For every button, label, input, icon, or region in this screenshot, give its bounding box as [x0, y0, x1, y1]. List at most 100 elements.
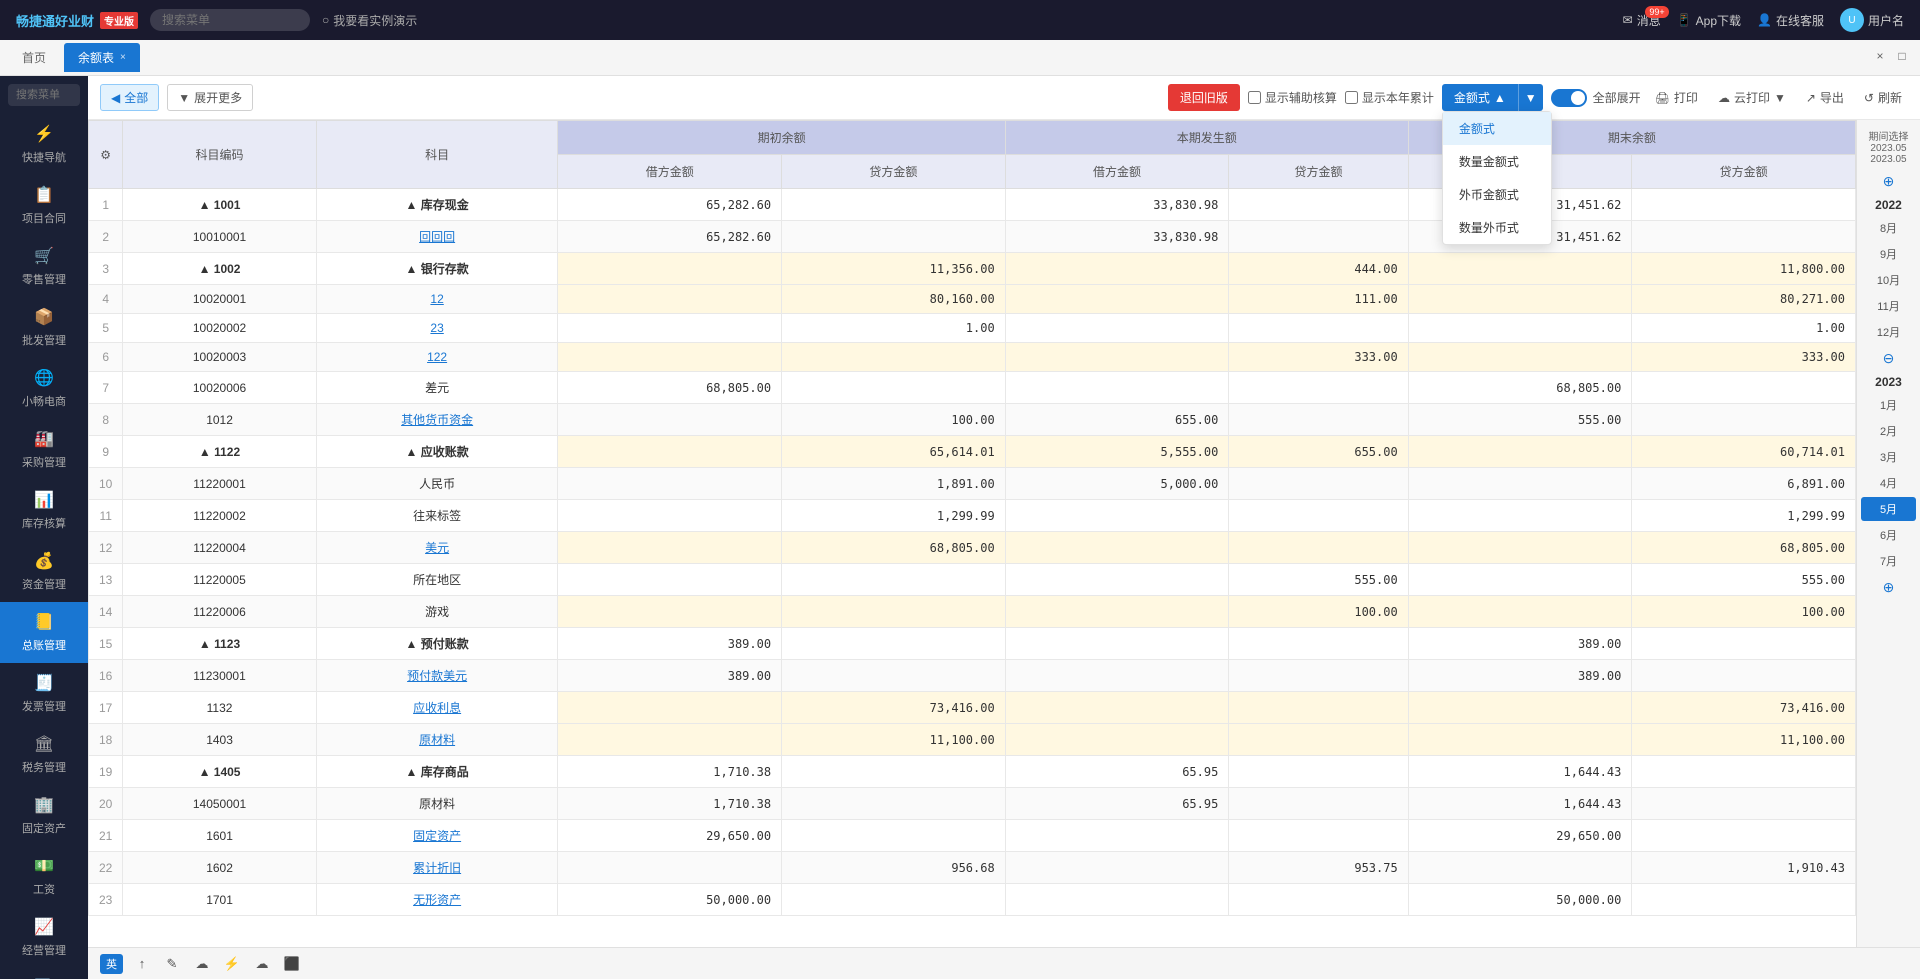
name-cell[interactable]: 122: [316, 343, 558, 372]
month-6[interactable]: 6月: [1861, 523, 1916, 547]
closing-debit-cell: 50,000.00: [1408, 884, 1632, 916]
refresh-button[interactable]: ↺ 刷新: [1858, 85, 1908, 110]
sidebar-item-assets[interactable]: 🏢 固定资产: [0, 785, 88, 846]
language-button[interactable]: 英: [100, 954, 123, 974]
month-3[interactable]: 3月: [1861, 445, 1916, 469]
sidebar-item-inventory[interactable]: 📊 库存核算: [0, 480, 88, 541]
month-9[interactable]: 9月: [1861, 242, 1916, 266]
account-link[interactable]: 美元: [425, 541, 449, 555]
account-link[interactable]: 12: [430, 292, 443, 306]
name-cell[interactable]: 原材料: [316, 724, 558, 756]
all-accounts-button[interactable]: ◀ 全部: [100, 84, 159, 111]
current-debit-cell: [1005, 820, 1229, 852]
table-container: ⚙ 科目编码 科目 期初余额 本期发生额 期末余额 借方金额 贷方金额 借方金额: [88, 120, 1856, 947]
name-cell[interactable]: 23: [316, 314, 558, 343]
print-button[interactable]: 🖨 打印: [1649, 85, 1704, 110]
sidebar-item-wholesale[interactable]: 📦 批发管理: [0, 297, 88, 358]
dropdown-item-amount[interactable]: 金额式: [1443, 112, 1551, 145]
user-avatar[interactable]: U 用户名: [1840, 8, 1904, 32]
name-cell[interactable]: 无形资产: [316, 884, 558, 916]
code-cell: 1012: [123, 404, 316, 436]
account-link[interactable]: 回回回: [419, 230, 455, 244]
account-link[interactable]: 其他货币资金: [401, 413, 473, 427]
sidebar-item-purchase[interactable]: 🏭 采购管理: [0, 419, 88, 480]
win-max-button[interactable]: □: [1892, 46, 1912, 66]
month-11[interactable]: 11月: [1861, 294, 1916, 318]
account-link[interactable]: 预付款美元: [407, 669, 467, 683]
sidebar-item-retail[interactable]: 🛒 零售管理: [0, 236, 88, 297]
cloud-print-button[interactable]: ☁ 云打印 ▼: [1712, 85, 1792, 110]
name-cell[interactable]: 其他货币资金: [316, 404, 558, 436]
collapse-2023-button[interactable]: ⊖: [1883, 350, 1895, 367]
settings-header[interactable]: ⚙: [89, 121, 123, 189]
account-link[interactable]: 固定资产: [413, 829, 461, 843]
account-link[interactable]: 累计折旧: [413, 861, 461, 875]
month-2[interactable]: 2月: [1861, 419, 1916, 443]
month-10[interactable]: 10月: [1861, 268, 1916, 292]
month-7[interactable]: 7月: [1861, 549, 1916, 573]
row-number: 8: [89, 404, 123, 436]
dropdown-item-qty-amount[interactable]: 数量金额式: [1443, 145, 1551, 178]
account-link[interactable]: 应收利息: [413, 701, 461, 715]
month-1[interactable]: 1月: [1861, 393, 1916, 417]
sidebar-search-input[interactable]: [8, 84, 80, 106]
name-cell[interactable]: 固定资产: [316, 820, 558, 852]
bottom-icon-4[interactable]: ⚡: [221, 953, 243, 975]
demo-link[interactable]: ○ 我要看实例演示: [322, 12, 417, 29]
name-cell[interactable]: 预付款美元: [316, 660, 558, 692]
account-link[interactable]: 23: [430, 321, 443, 335]
global-search-input[interactable]: [150, 9, 310, 31]
return-old-button[interactable]: 退回旧版: [1168, 84, 1240, 111]
tab-close-button[interactable]: ×: [120, 52, 126, 63]
bottom-icon-6[interactable]: ⬛: [281, 953, 303, 975]
name-cell[interactable]: 美元: [316, 532, 558, 564]
sidebar-item-ledger[interactable]: 📒 总账管理: [0, 602, 88, 663]
account-link[interactable]: 无形资产: [413, 893, 461, 907]
tab-home[interactable]: 首页: [8, 43, 60, 72]
collapse-2022-button[interactable]: ⊕: [1883, 173, 1895, 190]
name-cell[interactable]: 累计折旧: [316, 852, 558, 884]
sidebar-item-label: 资金管理: [22, 576, 66, 592]
expand-more-time-button[interactable]: ⊕: [1883, 579, 1895, 596]
bottom-icon-3[interactable]: ☁: [191, 953, 213, 975]
month-8[interactable]: 8月: [1861, 216, 1916, 240]
amount-mode-dropdown-button[interactable]: ▼: [1518, 84, 1543, 111]
account-link[interactable]: 原材料: [419, 733, 455, 747]
sidebar-item-invoice[interactable]: 🧾 发票管理: [0, 663, 88, 724]
sidebar-item-project[interactable]: 📋 项目合同: [0, 175, 88, 236]
month-5-active[interactable]: 5月: [1861, 497, 1916, 521]
toggle-switch[interactable]: [1551, 89, 1587, 107]
bottom-icon-5[interactable]: ☁: [251, 953, 273, 975]
sidebar-item-management[interactable]: 📈 经营管理: [0, 907, 88, 968]
bottom-icon-2[interactable]: ✎: [161, 953, 183, 975]
account-link[interactable]: 122: [427, 350, 447, 364]
sidebar-item-expense[interactable]: 📝 小畅报销: [0, 968, 88, 979]
account-name: 人民币: [419, 477, 455, 491]
sidebar-item-tax[interactable]: 🏛 税务管理: [0, 724, 88, 785]
expand-all-toggle[interactable]: 全部展开: [1551, 89, 1641, 107]
win-close-button[interactable]: ×: [1870, 46, 1890, 66]
sidebar-item-salary[interactable]: 💵 工资: [0, 846, 88, 907]
show-ytd-checkbox[interactable]: 显示本年累计: [1345, 89, 1434, 106]
export-button[interactable]: ↗ 导出: [1800, 85, 1850, 110]
bottom-icon-1[interactable]: ↑: [131, 953, 153, 975]
online-service-button[interactable]: 👤 在线客服: [1757, 12, 1824, 29]
dropdown-item-qty-foreign[interactable]: 数量外币式: [1443, 211, 1551, 244]
expand-more-button[interactable]: ▼ 展开更多: [167, 84, 253, 111]
tab-balance-sheet[interactable]: 余额表 ×: [64, 43, 140, 72]
sidebar-item-ecommerce[interactable]: 🌐 小畅电商: [0, 358, 88, 419]
month-12[interactable]: 12月: [1861, 320, 1916, 344]
message-button[interactable]: ✉ 消息 99+: [1623, 12, 1661, 29]
sidebar-item-quick-nav[interactable]: ⚡ 快捷导航: [0, 114, 88, 175]
app-download-button[interactable]: 📱 App下载: [1677, 12, 1741, 29]
name-cell[interactable]: 12: [316, 285, 558, 314]
dropdown-item-foreign-amount[interactable]: 外币金额式: [1443, 178, 1551, 211]
month-4[interactable]: 4月: [1861, 471, 1916, 495]
show-assist-checkbox[interactable]: 显示辅助核算: [1248, 89, 1337, 106]
name-cell[interactable]: 回回回: [316, 221, 558, 253]
account-code: 1602: [206, 861, 233, 875]
name-cell[interactable]: 应收利息: [316, 692, 558, 724]
sidebar-item-funds[interactable]: 💰 资金管理: [0, 541, 88, 602]
table-settings-icon[interactable]: ⚙: [100, 148, 111, 162]
amount-mode-button[interactable]: 金额式 ▲: [1442, 84, 1518, 111]
